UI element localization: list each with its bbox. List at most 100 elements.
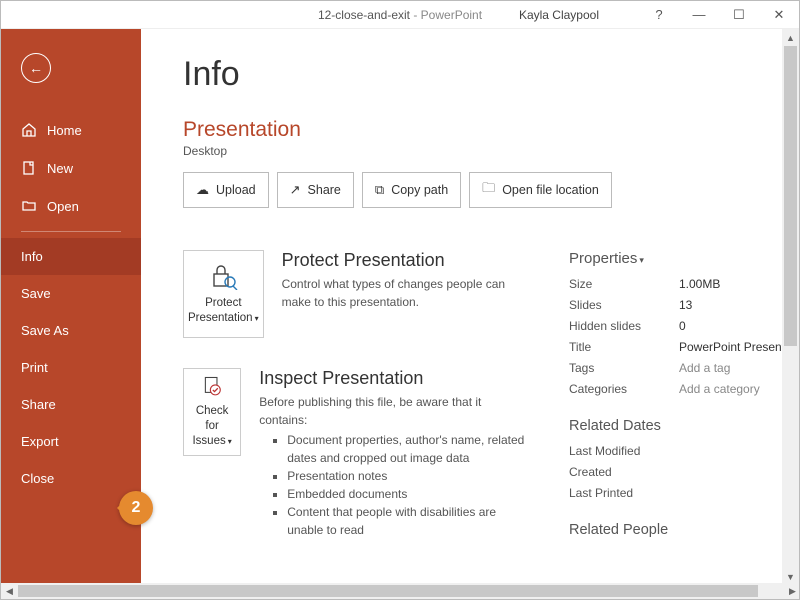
property-value: 13 xyxy=(679,298,692,312)
properties-header[interactable]: Properties▾ xyxy=(569,250,799,267)
sidebar-label: Info xyxy=(21,249,43,264)
sidebar-label: Save As xyxy=(21,323,69,338)
horizontal-scrollbar[interactable]: ◀ ▶ xyxy=(1,583,800,599)
sidebar-item-save[interactable]: Save xyxy=(1,275,141,312)
inspect-item: Presentation notes xyxy=(287,467,531,485)
button-label: Copy path xyxy=(391,183,448,197)
home-icon xyxy=(21,122,37,138)
chevron-down-icon: ▾ xyxy=(228,437,232,446)
property-row-tags: Tags Add a tag xyxy=(569,361,799,375)
sidebar-separator xyxy=(21,231,121,232)
property-key: Last Modified xyxy=(569,444,679,458)
scroll-track[interactable] xyxy=(18,583,784,599)
scroll-left-icon[interactable]: ◀ xyxy=(1,583,18,599)
sidebar-item-home[interactable]: Home xyxy=(1,111,141,149)
sidebar-item-save-as[interactable]: Save As xyxy=(1,312,141,349)
property-row-created: Created xyxy=(569,465,799,479)
page-title: Info xyxy=(183,55,799,94)
share-button[interactable]: ↗ Share xyxy=(277,172,354,208)
protect-text: Protect Presentation Control what types … xyxy=(282,250,531,338)
sidebar-label: Close xyxy=(21,471,54,486)
action-button-row: ☁ Upload ↗ Share ⧉ Copy path 🗀 Open file… xyxy=(183,172,799,208)
sidebar-label: New xyxy=(47,161,73,176)
scroll-thumb[interactable] xyxy=(784,46,797,346)
scroll-up-icon[interactable]: ▲ xyxy=(782,29,799,46)
property-value[interactable]: Add a tag xyxy=(679,361,730,375)
info-left-column: Protect Presentation▾ Protect Presentati… xyxy=(183,250,531,548)
property-row-title: Title PowerPoint Presenta xyxy=(569,340,799,354)
back-button[interactable]: ← xyxy=(21,53,51,83)
new-icon xyxy=(21,160,37,176)
signed-in-user[interactable]: Kayla Claypool xyxy=(519,8,599,22)
property-row-size: Size 1.00MB xyxy=(569,277,799,291)
property-value: 1.00MB xyxy=(679,277,720,291)
sidebar-label: Print xyxy=(21,360,48,375)
presentation-name: Presentation xyxy=(183,118,799,142)
close-window-button[interactable]: ✕ xyxy=(759,1,799,28)
sidebar-item-print[interactable]: Print xyxy=(1,349,141,386)
sidebar-item-info[interactable]: Info xyxy=(1,238,141,275)
protect-heading: Protect Presentation xyxy=(282,250,531,271)
sidebar-label: Save xyxy=(21,286,51,301)
copy-path-button[interactable]: ⧉ Copy path xyxy=(362,172,461,208)
sidebar-label: Home xyxy=(47,123,82,138)
inspect-heading: Inspect Presentation xyxy=(259,368,531,389)
inspect-text: Inspect Presentation Before publishing t… xyxy=(259,368,531,539)
protect-presentation-button[interactable]: Protect Presentation▾ xyxy=(183,250,264,338)
property-key: Hidden slides xyxy=(569,319,679,333)
property-key: Created xyxy=(569,465,679,479)
big-btn-line2: Issues xyxy=(192,435,225,447)
tutorial-callout: 2 xyxy=(119,491,159,531)
inspect-item: Content that people with disabilities ar… xyxy=(287,503,531,539)
inspect-item: Document properties, author's name, rela… xyxy=(287,431,531,467)
help-button[interactable]: ? xyxy=(639,1,679,28)
property-row-slides: Slides 13 xyxy=(569,298,799,312)
callout-bubble: 2 xyxy=(119,491,153,525)
vertical-scrollbar[interactable]: ▲ ▼ xyxy=(782,29,799,585)
property-key: Title xyxy=(569,340,679,354)
app-window: 12-close-and-exit - PowerPoint Kayla Cla… xyxy=(0,0,800,600)
sidebar-item-export[interactable]: Export xyxy=(1,423,141,460)
upload-icon: ☁ xyxy=(196,182,209,198)
big-btn-line1: Check for xyxy=(196,405,229,432)
info-columns: Protect Presentation▾ Protect Presentati… xyxy=(183,250,799,548)
minimize-button[interactable]: — xyxy=(679,1,719,28)
property-row-last-modified: Last Modified xyxy=(569,444,799,458)
chevron-down-icon: ▾ xyxy=(639,255,644,265)
property-value[interactable]: PowerPoint Presenta xyxy=(679,340,792,354)
document-name: 12-close-and-exit xyxy=(318,8,410,22)
property-key: Categories xyxy=(569,382,679,396)
scroll-thumb[interactable] xyxy=(18,585,758,597)
info-panel: Info Presentation Desktop ☁ Upload ↗ Sha… xyxy=(141,29,799,585)
sidebar-item-share[interactable]: Share xyxy=(1,386,141,423)
check-for-issues-button[interactable]: Check for Issues▾ xyxy=(183,368,241,456)
open-file-location-button[interactable]: 🗀 Open file location xyxy=(469,172,612,208)
big-btn-line1: Protect xyxy=(205,297,241,309)
property-row-categories: Categories Add a category xyxy=(569,382,799,396)
related-dates-header: Related Dates xyxy=(569,418,799,434)
upload-button[interactable]: ☁ Upload xyxy=(183,172,269,208)
property-value[interactable]: Add a category xyxy=(679,382,760,396)
folder-icon: 🗀 xyxy=(482,179,495,201)
inspect-item: Embedded documents xyxy=(287,485,531,503)
maximize-button[interactable]: ☐ xyxy=(719,1,759,28)
scroll-right-icon[interactable]: ▶ xyxy=(784,583,800,599)
sidebar-label: Share xyxy=(21,397,56,412)
document-title: 12-close-and-exit - PowerPoint xyxy=(318,8,482,22)
related-people-header: Related People xyxy=(569,522,799,538)
big-btn-line2: Presentation xyxy=(188,312,253,324)
property-row-hidden: Hidden slides 0 xyxy=(569,319,799,333)
protect-block: Protect Presentation▾ Protect Presentati… xyxy=(183,250,531,338)
property-value: 0 xyxy=(679,319,686,333)
back-arrow-icon: ← xyxy=(29,60,43,76)
sidebar-item-new[interactable]: New xyxy=(1,149,141,187)
property-key: Last Printed xyxy=(569,486,679,500)
sidebar-label: Open xyxy=(47,199,79,214)
scroll-track[interactable] xyxy=(782,46,799,568)
window-controls: ? — ☐ ✕ xyxy=(639,1,799,28)
link-icon: ⧉ xyxy=(375,182,384,198)
inspect-list: Document properties, author's name, rela… xyxy=(259,431,531,539)
sidebar-item-open[interactable]: Open xyxy=(1,187,141,225)
presentation-location: Desktop xyxy=(183,144,799,158)
open-icon xyxy=(21,198,37,214)
